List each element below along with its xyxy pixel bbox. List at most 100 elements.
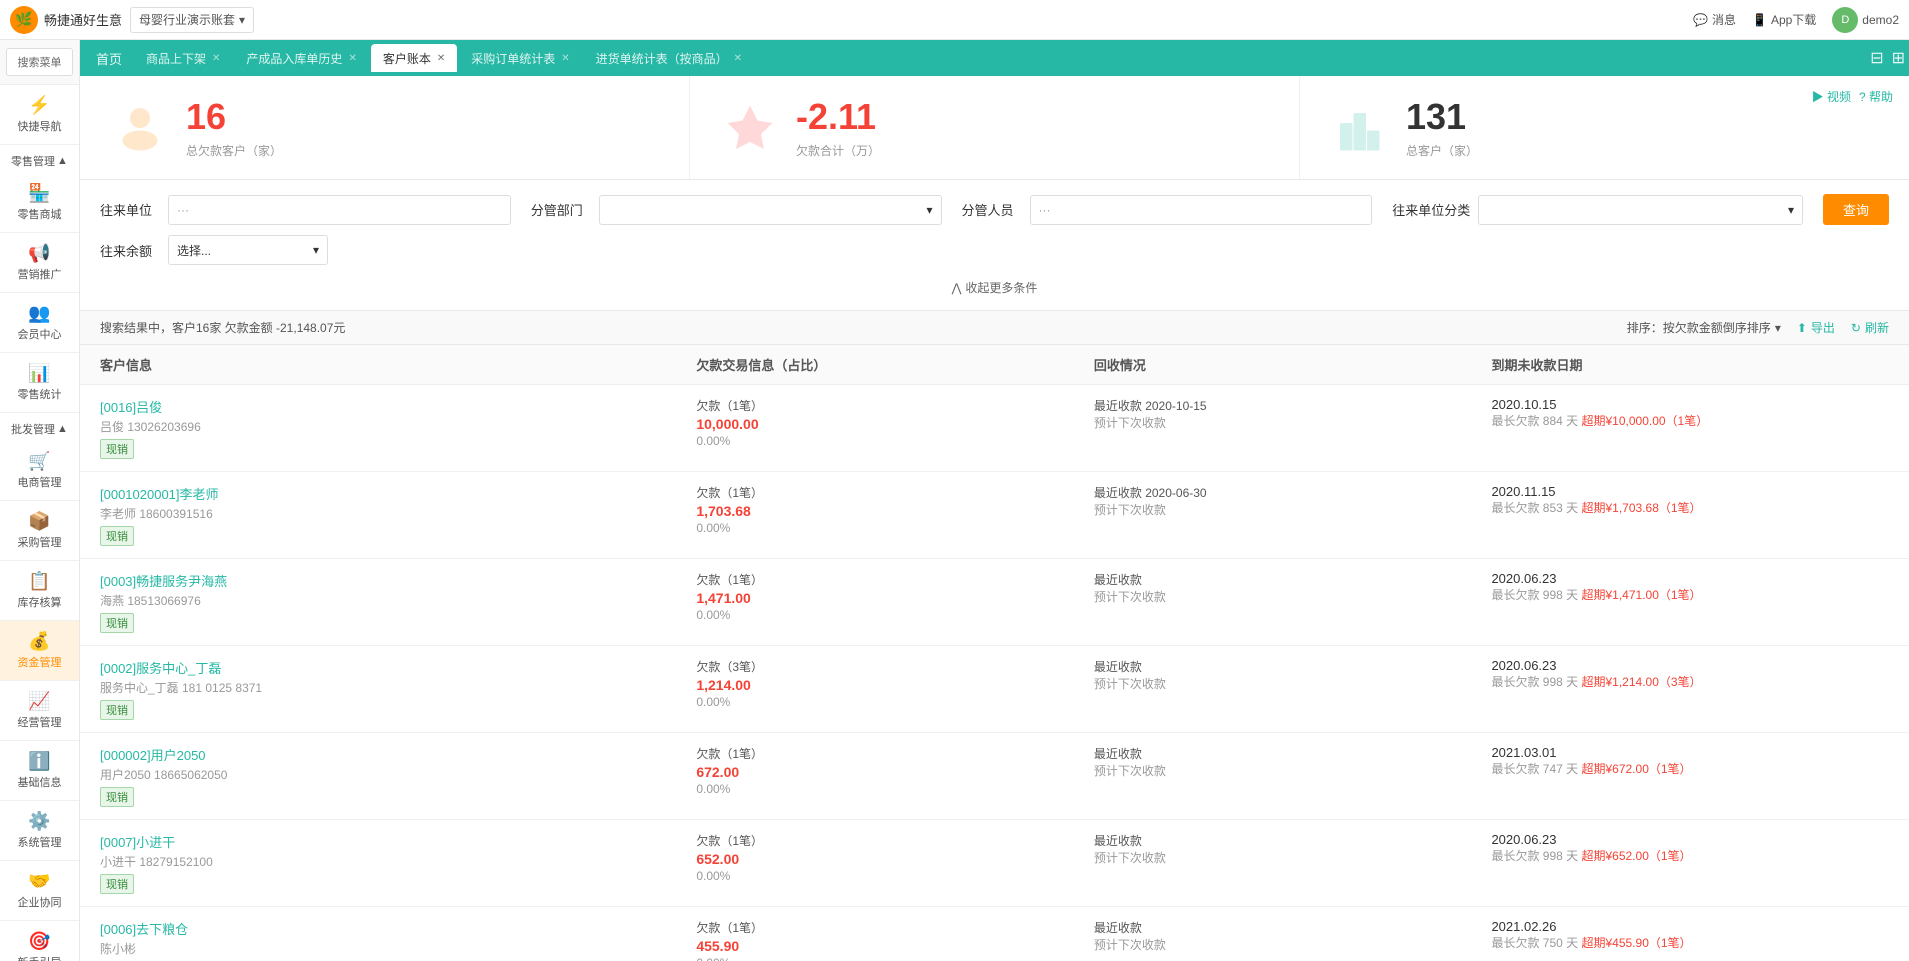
table-row: [0002]服务中心_丁磊 服务中心_丁磊 181 0125 8371 现销 欠… [80, 646, 1909, 733]
overdue-link-0[interactable]: 超期¥10,000.00（1笔） [1581, 414, 1708, 428]
debt-amount-1[interactable]: 1,703.68 [696, 503, 1094, 519]
tab-customer-account[interactable]: 客户账本 ✕ [371, 44, 457, 72]
sidebar-item-new-guide[interactable]: 🎯 新手引导 [0, 921, 79, 961]
tab-purchase-order-close[interactable]: ✕ [561, 53, 569, 64]
customer-name-2[interactable]: [0003]畅捷服务尹海燕 [100, 574, 227, 589]
recovery-date-5: 最近收款 [1094, 832, 1492, 849]
customer-name-4[interactable]: [000002]用户2050 [100, 748, 206, 763]
recovery-next-5: 预计下次收款 [1094, 849, 1492, 866]
tab-minimize-btn[interactable]: ⊟ [1870, 48, 1883, 68]
sidebar-item-inventory[interactable]: 📋 库存核算 [0, 561, 79, 621]
stat-number-customers: 16 [186, 96, 282, 138]
overdue-link-4[interactable]: 超期¥672.00（1笔） [1581, 762, 1691, 776]
sidebar-item-batch-mgmt[interactable]: 批发管理 ▲ [0, 413, 79, 441]
filter-unit-category-select[interactable]: ▾ [1478, 195, 1803, 225]
retail-mgmt-label: 零售管理 [11, 153, 55, 169]
overdue-link-1[interactable]: 超期¥1,703.68（1笔） [1581, 501, 1701, 515]
debt-amount-2[interactable]: 1,471.00 [696, 590, 1094, 606]
collapse-button[interactable]: ⋀ 收起更多条件 [952, 279, 1038, 296]
collapse-up-icon: ⋀ [952, 281, 962, 295]
tab-customer-account-close[interactable]: ✕ [437, 53, 445, 64]
filter-unit-category-arrow: ▾ [1788, 203, 1794, 217]
debt-amount-4[interactable]: 672.00 [696, 764, 1094, 780]
tab-goods-stats-close[interactable]: ✕ [734, 53, 742, 64]
customer-name-1[interactable]: [0001020001]李老师 [100, 487, 219, 502]
sidebar-item-enterprise[interactable]: 🤝 企业协同 [0, 861, 79, 921]
sidebar-item-marketing[interactable]: 📢 营销推广 [0, 233, 79, 293]
retail-stats-label: 零售统计 [4, 386, 75, 402]
filter-balance-select[interactable]: 选择... ▾ [168, 235, 328, 265]
overdue-link-5[interactable]: 超期¥652.00（1笔） [1581, 849, 1691, 863]
debt-amount-0[interactable]: 10,000.00 [696, 416, 1094, 432]
due-date-info-2: 2020.06.23 最长欠款 998 天 超期¥1,471.00（1笔） [1491, 571, 1889, 603]
overdue-days-6: 最长欠款 750 天 超期¥455.90（1笔） [1491, 934, 1889, 951]
sidebar-item-retail-mall[interactable]: 🏪 零售商城 [0, 173, 79, 233]
sidebar-item-ecommerce[interactable]: 🛒 电商管理 [0, 441, 79, 501]
sidebar-item-basic-info[interactable]: ℹ️ 基础信息 [0, 741, 79, 801]
sort-select[interactable]: 排序：按欠款金额倒序排序 ▾ [1627, 319, 1781, 336]
customer-name-5[interactable]: [0007]小进干 [100, 835, 175, 850]
sidebar-item-retail-mgmt[interactable]: 零售管理 ▲ [0, 145, 79, 173]
tab-home[interactable]: 首页 [84, 49, 134, 68]
overdue-link-2[interactable]: 超期¥1,471.00（1笔） [1581, 588, 1701, 602]
search-menu-btn[interactable]: 搜索菜单 [6, 48, 73, 76]
customer-name-6[interactable]: [0006]去下粮仓 [100, 922, 188, 937]
tab-production[interactable]: 产成品入库单历史 ✕ [234, 44, 368, 72]
filter-from-unit-input[interactable]: ··· [168, 195, 511, 225]
recovery-next-0: 预计下次收款 [1094, 414, 1492, 431]
due-date-0: 2020.10.15 [1491, 397, 1889, 412]
due-date-1: 2020.11.15 [1491, 484, 1889, 499]
debt-count-5: 欠款（1笔） [696, 832, 1094, 849]
overdue-link-3[interactable]: 超期¥1,214.00（3笔） [1581, 675, 1701, 689]
filter-manager-placeholder: ··· [1039, 203, 1051, 217]
tab-production-close[interactable]: ✕ [348, 53, 356, 64]
debt-amount-3[interactable]: 1,214.00 [696, 677, 1094, 693]
company-select[interactable]: 母婴行业演示账套 ▾ [130, 7, 254, 33]
debt-amount-5[interactable]: 652.00 [696, 851, 1094, 867]
tab-products-label: 商品上下架 [146, 50, 206, 67]
customer-tag-4: 现销 [100, 787, 134, 807]
customer-info-6: [0006]去下粮仓 陈小彬 现销 [100, 919, 696, 961]
recovery-next-2: 预计下次收款 [1094, 588, 1492, 605]
sidebar-item-purchase-mgmt[interactable]: 📦 采购管理 [0, 501, 79, 561]
stat-label-debt: 欠款合计（万） [796, 142, 880, 159]
member-center-label: 会员中心 [4, 326, 75, 342]
sidebar-item-retail-stats[interactable]: 📊 零售统计 [0, 353, 79, 413]
help-btn[interactable]: ? 帮助 [1859, 88, 1893, 105]
user-menu[interactable]: D demo2 [1832, 7, 1899, 33]
filter-dept-select[interactable]: ▾ [599, 195, 942, 225]
recovery-info-3: 最近收款 预计下次收款 [1094, 658, 1492, 692]
filter-manager-input[interactable]: ··· [1030, 195, 1373, 225]
sidebar-item-finance[interactable]: 💰 资金管理 [0, 621, 79, 681]
page-content: 16 总欠款客户（家） -2.11 欠款合计（万） [80, 76, 1909, 961]
top-bar-left: 🌿 畅捷通好生意 母婴行业演示账套 ▾ [10, 6, 254, 34]
tab-products[interactable]: 商品上下架 ✕ [134, 44, 232, 72]
top-bar: 🌿 畅捷通好生意 母婴行业演示账套 ▾ 💬 消息 📱 App下载 D demo2 [0, 0, 1909, 40]
debt-amount-6[interactable]: 455.90 [696, 938, 1094, 954]
customer-sub-4: 用户2050 18665062050 [100, 766, 696, 783]
message-btn[interactable]: 💬 消息 [1693, 11, 1736, 28]
sidebar-item-quick-nav[interactable]: ⚡ 快捷导航 [0, 85, 79, 145]
tab-goods-stats[interactable]: 进货单统计表（按商品） ✕ [584, 44, 754, 72]
sidebar-item-system[interactable]: ⚙️ 系统管理 [0, 801, 79, 861]
filter-from-unit: 往来单位 ··· [100, 195, 511, 225]
tab-products-close[interactable]: ✕ [212, 53, 220, 64]
customer-name-0[interactable]: [0016]吕俊 [100, 400, 162, 415]
tab-maximize-btn[interactable]: ⊞ [1892, 48, 1905, 68]
recovery-next-3: 预计下次收款 [1094, 675, 1492, 692]
sidebar-item-member-center[interactable]: 👥 会员中心 [0, 293, 79, 353]
customer-info-4: [000002]用户2050 用户2050 18665062050 现销 [100, 745, 696, 807]
tab-purchase-order[interactable]: 采购订单统计表 ✕ [459, 44, 581, 72]
export-btn[interactable]: ⬆ 导出 [1797, 319, 1835, 336]
overdue-link-6[interactable]: 超期¥455.90（1笔） [1581, 936, 1691, 950]
query-button[interactable]: 查询 [1823, 194, 1889, 225]
video-btn[interactable]: ▶ 视频 [1812, 88, 1851, 105]
sidebar-item-operations[interactable]: 📈 经营管理 [0, 681, 79, 741]
app-download-btn[interactable]: 📱 App下载 [1752, 11, 1816, 28]
export-icon: ⬆ [1797, 321, 1807, 335]
customer-sub-3: 服务中心_丁磊 181 0125 8371 [100, 679, 696, 696]
due-date-4: 2021.03.01 [1491, 745, 1889, 760]
refresh-btn[interactable]: ↻ 刷新 [1851, 319, 1889, 336]
customer-name-3[interactable]: [0002]服务中心_丁磊 [100, 661, 221, 676]
new-guide-icon: 🎯 [4, 931, 75, 952]
